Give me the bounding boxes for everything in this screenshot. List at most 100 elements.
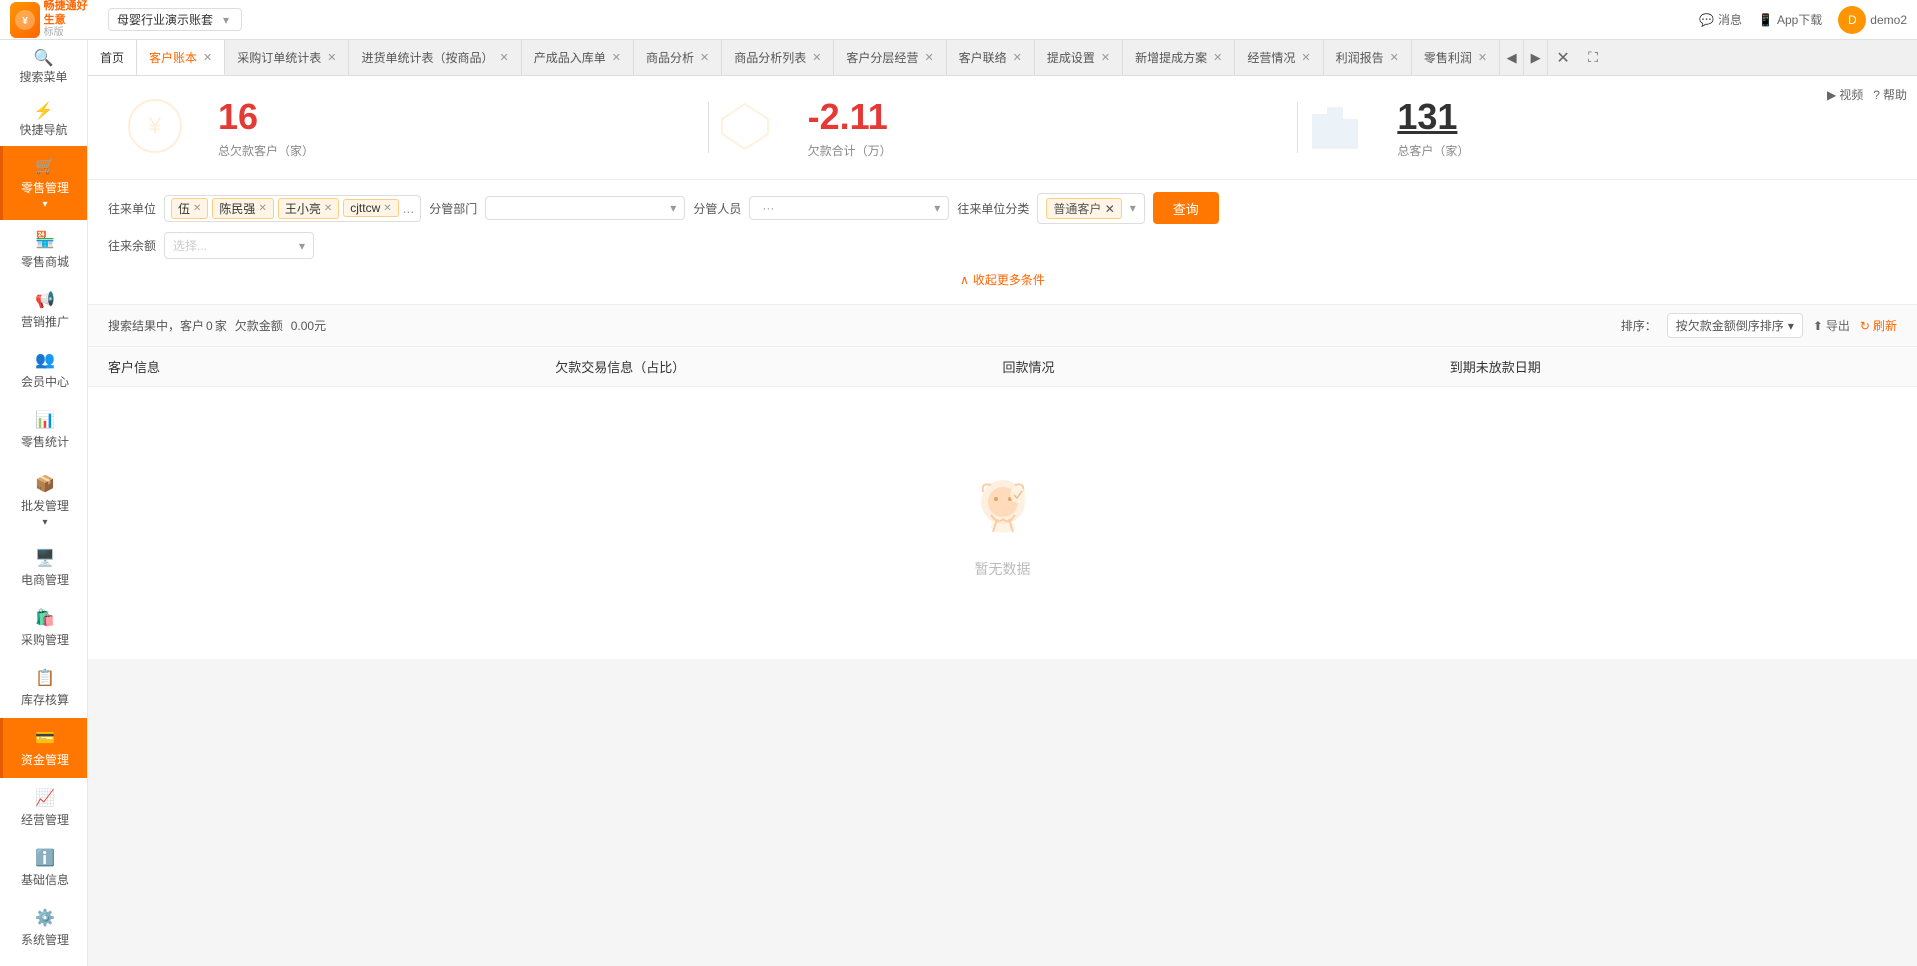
sidebar-item-retail-stats[interactable]: 📊 零售统计 — [0, 400, 87, 460]
version-select-label: 母婴行业演示账套 — [117, 11, 213, 28]
tab-product-analysis-list-close[interactable]: ✕ — [812, 51, 821, 64]
sidebar-item-inventory[interactable]: 📋 库存核算 — [0, 658, 87, 718]
sidebar-item-member[interactable]: 👥 会员中心 — [0, 340, 87, 400]
tab-customer-layered-close[interactable]: ✕ — [924, 51, 933, 64]
balance-select-arrow: ▾ — [299, 239, 305, 253]
tab-retail-profit-close[interactable]: ✕ — [1478, 51, 1487, 64]
sidebar-item-retail[interactable]: 🛒 零售管理 ▾ — [0, 146, 87, 220]
tab-bar: 首页 客户账本 ✕ 采购订单统计表 ✕ 进货单统计表（按商品） ✕ 产成品入库单… — [88, 40, 1917, 76]
help-btn[interactable]: ? 帮助 — [1873, 86, 1907, 103]
tab-add-promotion-plan[interactable]: 新增提成方案 ✕ — [1123, 40, 1235, 76]
results-count-value: 0 — [206, 319, 213, 333]
dept-select[interactable]: ▾ — [485, 196, 685, 220]
tab-customer-ledger[interactable]: 客户账本 ✕ — [137, 40, 225, 76]
sidebar-item-system[interactable]: ⚙️ 系统管理 — [0, 898, 87, 958]
search-menu-item[interactable]: 🔍 搜索菜单 — [0, 40, 87, 93]
tab-inbound-stats[interactable]: 进货单统计表（按商品） ✕ — [349, 40, 521, 76]
tab-product-analysis-list[interactable]: 商品分析列表 ✕ — [722, 40, 834, 76]
export-btn[interactable]: ⬆ 导出 — [1813, 317, 1850, 334]
col-overdue-date: 到期未放款日期 — [1450, 357, 1897, 376]
tab-next-btn[interactable]: ▶ — [1524, 40, 1548, 76]
tab-profit-report[interactable]: 利润报告 ✕ — [1324, 40, 1412, 76]
tab-purchase-orders-close[interactable]: ✕ — [327, 51, 336, 64]
tab-close-all-btn[interactable]: ✕ — [1548, 40, 1578, 76]
unit-tag-wang-close[interactable]: ✕ — [324, 203, 332, 214]
tab-add-promotion-plan-label: 新增提成方案 — [1135, 49, 1207, 66]
unit-tag-cjttcw-close[interactable]: ✕ — [383, 203, 391, 214]
tab-business-situation[interactable]: 经营情况 ✕ — [1235, 40, 1323, 76]
purchase-label: 采购管理 — [21, 631, 69, 648]
unit-tag-cjttcw: cjttcw ✕ — [343, 199, 398, 217]
collapse-btn[interactable]: ∧ 收起更多条件 — [960, 271, 1045, 288]
tab-production-inbound-close[interactable]: ✕ — [612, 51, 621, 64]
app-download-btn[interactable]: 📱 App下载 — [1758, 11, 1822, 28]
sidebar-item-operations[interactable]: 📈 经营管理 — [0, 778, 87, 838]
refresh-btn[interactable]: ↻ 刷新 — [1860, 317, 1897, 334]
category-tag-close[interactable]: ✕ — [1105, 202, 1115, 216]
tab-inbound-stats-close[interactable]: ✕ — [500, 51, 509, 64]
sidebar-item-retail-mall[interactable]: 🏪 零售商城 — [0, 220, 87, 280]
person-select[interactable]: ··· ▾ — [749, 196, 949, 220]
query-button[interactable]: 查询 — [1153, 192, 1219, 224]
tab-home[interactable]: 首页 — [88, 40, 137, 76]
tab-promotion-settings[interactable]: 提成设置 ✕ — [1035, 40, 1123, 76]
balance-filter-label: 往来余额 — [108, 237, 156, 254]
inventory-label: 库存核算 — [21, 691, 69, 708]
operations-icon: 📈 — [35, 788, 55, 808]
debt-amount-num: -2.11 — [808, 96, 892, 138]
tab-customer-contact[interactable]: 客户联络 ✕ — [947, 40, 1035, 76]
tab-add-promotion-plan-close[interactable]: ✕ — [1213, 51, 1222, 64]
basic-info-label: 基础信息 — [21, 871, 69, 888]
tab-profit-report-close[interactable]: ✕ — [1390, 51, 1399, 64]
sidebar-item-marketing[interactable]: 📢 营销推广 — [0, 280, 87, 340]
person-select-arrow: ▾ — [934, 201, 940, 215]
summary-bar: ¥ 16 总欠款客户（家） — [88, 76, 1917, 180]
app-download-label: App下载 — [1777, 11, 1822, 28]
tab-product-analysis[interactable]: 商品分析 ✕ — [634, 40, 722, 76]
messages-btn[interactable]: 💬 消息 — [1699, 11, 1742, 28]
tab-retail-profit[interactable]: 零售利润 ✕ — [1412, 40, 1500, 76]
svg-text:¥: ¥ — [148, 113, 162, 138]
category-filter[interactable]: 普通客户 ✕ ▾ — [1037, 193, 1144, 224]
unit-tag-wu-close[interactable]: ✕ — [193, 203, 201, 214]
tab-business-situation-close[interactable]: ✕ — [1301, 51, 1310, 64]
tab-prev-btn[interactable]: ◀ — [1500, 40, 1524, 76]
tab-customer-contact-close[interactable]: ✕ — [1013, 51, 1022, 64]
sidebar-item-ecommerce[interactable]: 🖥️ 电商管理 — [0, 538, 87, 598]
tab-customer-layered[interactable]: 客户分层经营 ✕ — [834, 40, 946, 76]
sidebar-item-basic-info[interactable]: ℹ️ 基础信息 — [0, 838, 87, 898]
balance-select[interactable]: 选择... ▾ — [164, 232, 314, 259]
unit-tag-chen-close[interactable]: ✕ — [258, 203, 266, 214]
sort-label-text: 排序： — [1621, 317, 1657, 334]
video-icon: ▶ — [1827, 88, 1836, 102]
tab-customer-ledger-close[interactable]: ✕ — [203, 51, 212, 64]
video-btn[interactable]: ▶ 视频 — [1827, 86, 1863, 103]
tab-maximize-btn[interactable]: ⛶ — [1578, 40, 1608, 76]
user-area[interactable]: D demo2 — [1838, 6, 1907, 34]
table-header: 客户信息 欠款交易信息（占比） 回款情况 到期未放款日期 — [88, 347, 1917, 387]
sidebar-item-enterprise-coop[interactable]: 🤝 企业协同 — [0, 958, 87, 966]
sidebar-item-wholesale[interactable]: 📦 批发管理 ▾ — [0, 464, 87, 538]
tab-profit-report-label: 利润报告 — [1336, 49, 1384, 66]
tab-product-analysis-close[interactable]: ✕ — [700, 51, 709, 64]
top-bar: ¥ 畅捷通好生意 标版 母婴行业演示账套 ▾ 💬 消息 📱 App下载 D — [0, 0, 1917, 40]
quick-nav-item[interactable]: ⚡ 快捷导航 — [0, 93, 87, 146]
sidebar-item-finance[interactable]: 💳 资金管理 — [0, 718, 87, 778]
sort-select[interactable]: 按欠款金额倒序排序 ▾ — [1667, 313, 1803, 338]
retail-mall-label: 零售商城 — [21, 253, 69, 270]
tab-promotion-settings-close[interactable]: ✕ — [1101, 51, 1110, 64]
tab-production-inbound[interactable]: 产成品入库单 ✕ — [522, 40, 634, 76]
retail-stats-label: 零售统计 — [21, 433, 69, 450]
tab-purchase-orders[interactable]: 采购订单统计表 ✕ — [225, 40, 349, 76]
app-icon: 📱 — [1758, 13, 1773, 27]
username-label: demo2 — [1870, 13, 1907, 27]
inventory-icon: 📋 — [35, 668, 55, 688]
unit-more-btn[interactable]: ... — [403, 200, 415, 216]
marketing-icon: 📢 — [35, 290, 55, 310]
tab-customer-layered-label: 客户分层经营 — [846, 49, 918, 66]
dept-filter-label: 分管部门 — [429, 200, 477, 217]
version-select[interactable]: 母婴行业演示账套 ▾ — [108, 8, 242, 31]
summary-card-debt-customers: ¥ 16 总欠款客户（家） — [118, 96, 708, 159]
collapse-label: 收起更多条件 — [973, 271, 1045, 288]
sidebar-item-purchase[interactable]: 🛍️ 采购管理 — [0, 598, 87, 658]
